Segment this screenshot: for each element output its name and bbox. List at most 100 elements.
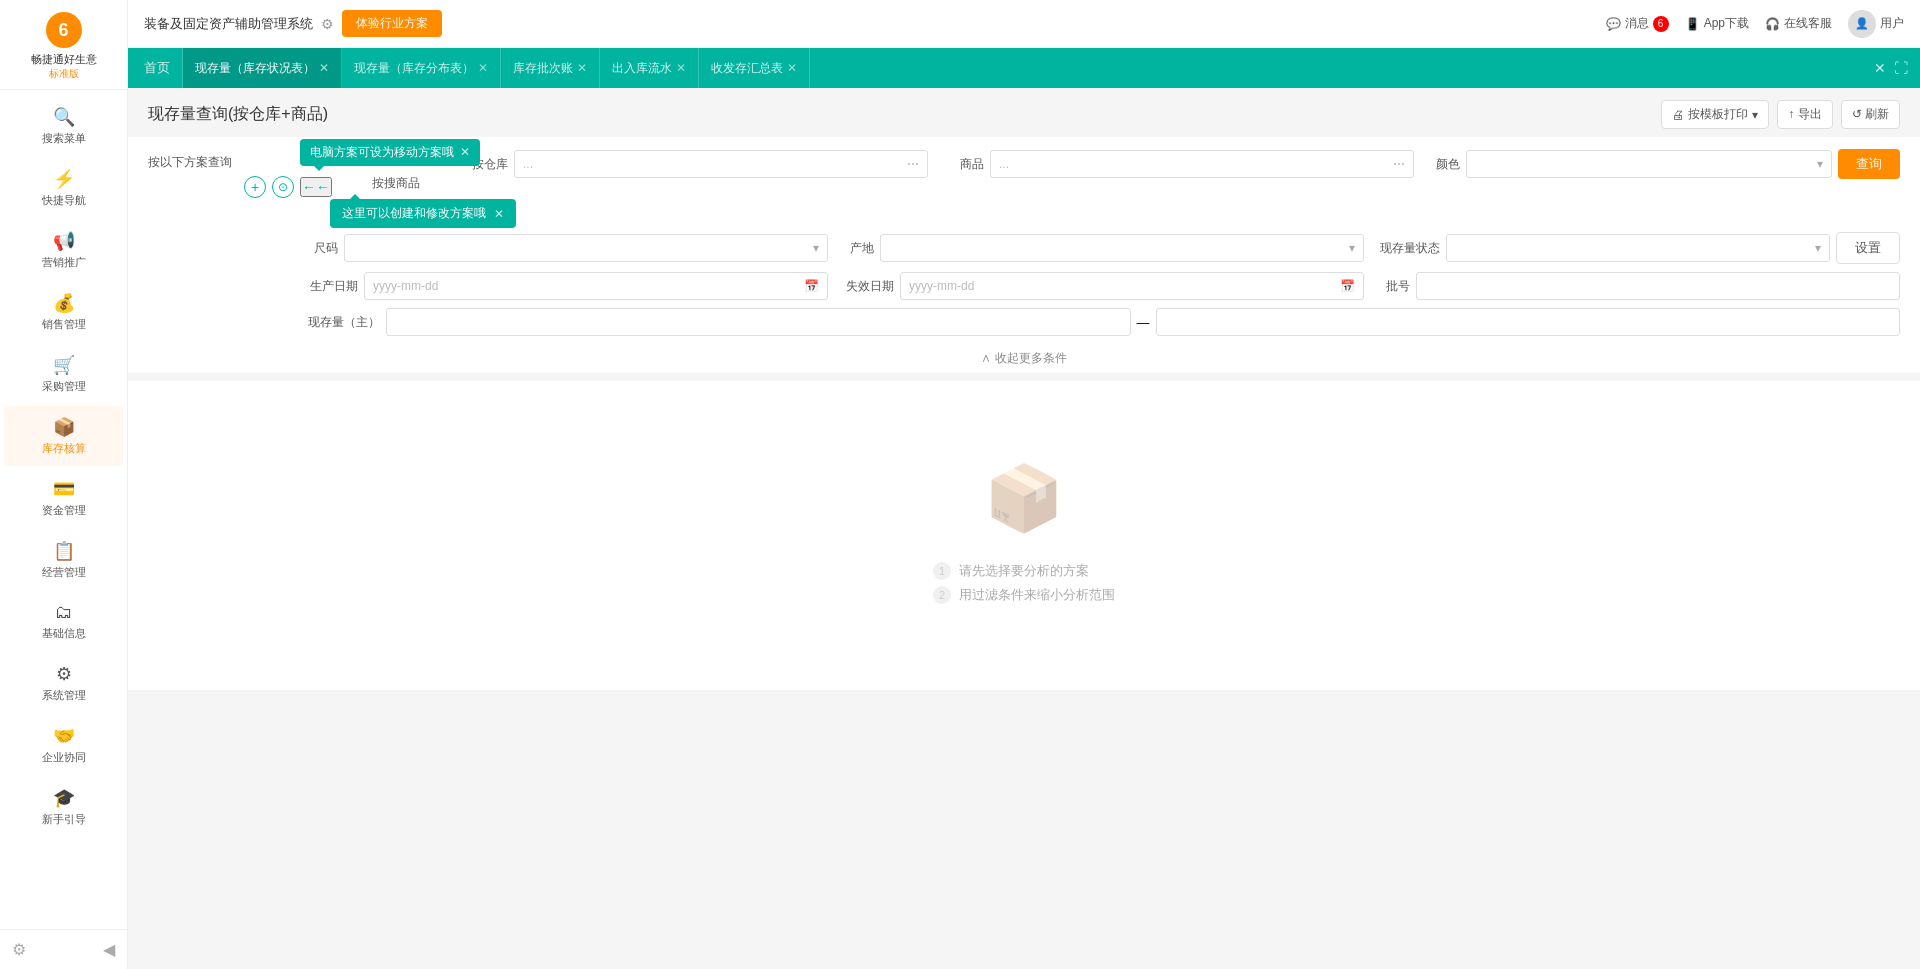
step2-number: 2 bbox=[933, 586, 951, 604]
stock-status-select[interactable]: ▾ bbox=[1446, 234, 1830, 262]
tab-close-all-icon[interactable]: ✕ bbox=[1874, 60, 1886, 76]
template-print-button[interactable]: 🖨 按模板打印 ▾ bbox=[1661, 100, 1769, 129]
stock-status-field: 现存量状态 ▾ 设置 bbox=[1380, 232, 1900, 264]
warehouse-more-icon: ⋯ bbox=[907, 157, 919, 171]
goods-label: 商品 bbox=[944, 156, 984, 173]
tab-inout-flow-close[interactable]: ✕ bbox=[676, 61, 686, 75]
expire-date-label: 失效日期 bbox=[844, 278, 894, 295]
filter-fields-row2: 尺码 ▾ 产地 ▾ 现存量状态 bbox=[308, 232, 1900, 264]
sidebar-item-label: 系统管理 bbox=[42, 688, 86, 703]
origin-dropdown-icon: ▾ bbox=[1349, 241, 1355, 255]
produce-date-input[interactable]: yyyy-mm-dd 📅 bbox=[364, 272, 828, 300]
download-icon: 📱 bbox=[1685, 17, 1700, 31]
stock-main-from-input[interactable] bbox=[386, 308, 1131, 336]
sidebar-item-quicknav[interactable]: ⚡ 快捷导航 bbox=[4, 158, 123, 218]
size-select[interactable]: ▾ bbox=[344, 234, 828, 262]
origin-select[interactable]: ▾ bbox=[880, 234, 1364, 262]
export-button[interactable]: ↑ 导出 bbox=[1777, 100, 1832, 129]
tab-inventory-status-close[interactable]: ✕ bbox=[319, 61, 329, 75]
empty-step-1: 1 请先选择要分析的方案 bbox=[933, 562, 1115, 580]
tooltip-scheme-close[interactable]: ✕ bbox=[460, 145, 470, 159]
sidebar-item-purchase[interactable]: 🛒 采购管理 bbox=[4, 344, 123, 404]
gear-icon[interactable]: ⚙ bbox=[321, 16, 334, 32]
sidebar: 6 畅捷通好生意 标准版 🔍 搜索菜单 ⚡ 快捷导航 📢 营销推广 💰 销售管理… bbox=[0, 0, 128, 969]
tooltip-scheme-text: 电脑方案可设为移动方案哦 bbox=[310, 144, 454, 161]
empty-state: 📦 1 请先选择要分析的方案 2 用过滤条件来缩小分析范围 bbox=[128, 381, 1920, 690]
tooltip-create-text: 这里可以创建和修改方案哦 bbox=[342, 205, 486, 222]
size-label: 尺码 bbox=[308, 240, 338, 257]
sidebar-item-inventory[interactable]: 📦 库存核算 bbox=[4, 406, 123, 466]
sidebar-item-label: 采购管理 bbox=[42, 379, 86, 394]
produce-date-placeholder: yyyy-mm-dd bbox=[373, 279, 438, 293]
produce-date-label: 生产日期 bbox=[308, 278, 358, 295]
search-button[interactable]: 查询 bbox=[1838, 149, 1900, 179]
color-select[interactable]: ▾ bbox=[1466, 150, 1832, 178]
online-service-button[interactable]: 🎧 在线客服 bbox=[1765, 15, 1832, 32]
size-field: 尺码 ▾ bbox=[308, 232, 828, 264]
sidebar-item-label: 搜索菜单 bbox=[42, 131, 86, 146]
sidebar-item-system[interactable]: ⚙ 系统管理 bbox=[4, 653, 123, 713]
tab-inventory-dist-label: 现存量（库存分布表） bbox=[354, 60, 474, 77]
sidebar-item-finance[interactable]: 💳 资金管理 bbox=[4, 468, 123, 528]
origin-label: 产地 bbox=[844, 240, 874, 257]
template-print-icon: 🖨 bbox=[1672, 108, 1684, 122]
collapse-icon[interactable]: ◀ bbox=[103, 940, 115, 959]
online-service-label: 在线客服 bbox=[1784, 15, 1832, 32]
message-label: 消息 bbox=[1625, 15, 1649, 32]
sidebar-item-operations[interactable]: 📋 经营管理 bbox=[4, 530, 123, 590]
collapse-row[interactable]: ∧ 收起更多条件 bbox=[148, 344, 1900, 373]
sidebar-item-guide[interactable]: 🎓 新手引导 bbox=[4, 777, 123, 837]
sidebar-item-label: 销售管理 bbox=[42, 317, 86, 332]
app-download-button[interactable]: 📱 App下载 bbox=[1685, 15, 1749, 32]
origin-field: 产地 ▾ bbox=[844, 232, 1364, 264]
user-menu[interactable]: 👤 用户 bbox=[1848, 10, 1904, 38]
service-icon: 🎧 bbox=[1765, 17, 1780, 31]
tab-inout-flow-label: 出入库流水 bbox=[612, 60, 672, 77]
tab-batch-ledger-close[interactable]: ✕ bbox=[577, 61, 587, 75]
tab-collection-summary-close[interactable]: ✕ bbox=[787, 61, 797, 75]
tab-batch-ledger[interactable]: 库存批次账 ✕ bbox=[501, 48, 600, 88]
add-scheme-button[interactable]: + bbox=[244, 176, 266, 198]
tooltip-create-close[interactable]: ✕ bbox=[494, 207, 504, 221]
sidebar-nav: 🔍 搜索菜单 ⚡ 快捷导航 📢 营销推广 💰 销售管理 🛒 采购管理 📦 库存核… bbox=[0, 90, 127, 929]
quicknav-icon: ⚡ bbox=[53, 168, 75, 190]
sidebar-item-label: 企业协同 bbox=[42, 750, 86, 765]
trial-button[interactable]: 体验行业方案 bbox=[342, 10, 442, 37]
filter-fields-row4: 现存量（主） — bbox=[308, 308, 1900, 336]
empty-step-2: 2 用过滤条件来缩小分析范围 bbox=[933, 586, 1115, 604]
sidebar-item-sales[interactable]: 💰 销售管理 bbox=[4, 282, 123, 342]
color-dropdown-icon: ▾ bbox=[1817, 157, 1823, 171]
color-label: 颜色 bbox=[1430, 156, 1460, 173]
sidebar-item-label: 资金管理 bbox=[42, 503, 86, 518]
expire-date-input[interactable]: yyyy-mm-dd 📅 bbox=[900, 272, 1364, 300]
tab-home[interactable]: 首页 bbox=[132, 48, 183, 88]
stock-main-to-input[interactable] bbox=[1156, 308, 1901, 336]
sidebar-item-marketing[interactable]: 📢 营销推广 bbox=[4, 220, 123, 280]
filter-label: 按以下方案查询 bbox=[148, 149, 232, 171]
tab-inventory-dist-close[interactable]: ✕ bbox=[478, 61, 488, 75]
tab-expand-icon[interactable]: ⛶ bbox=[1894, 60, 1908, 76]
sidebar-item-label: 基础信息 bbox=[42, 626, 86, 641]
batch-input[interactable] bbox=[1416, 272, 1900, 300]
tab-bar: 首页 现存量（库存状况表） ✕ 现存量（库存分布表） ✕ 库存批次账 ✕ 出入库… bbox=[128, 48, 1920, 88]
reset-button[interactable]: 设置 bbox=[1836, 232, 1900, 264]
message-button[interactable]: 💬 消息 6 bbox=[1606, 15, 1669, 32]
tab-collection-summary[interactable]: 收发存汇总表 ✕ bbox=[699, 48, 810, 88]
warehouse-input[interactable]: ... ⋯ bbox=[514, 150, 928, 178]
step1-number: 1 bbox=[933, 562, 951, 580]
copy-scheme-button[interactable]: ⊙ bbox=[272, 176, 294, 198]
sidebar-item-search[interactable]: 🔍 搜索菜单 bbox=[4, 96, 123, 156]
sidebar-item-enterprise[interactable]: 🤝 企业协同 bbox=[4, 715, 123, 775]
tab-inventory-dist[interactable]: 现存量（库存分布表） ✕ bbox=[342, 48, 501, 88]
back-scheme-button[interactable]: ←← bbox=[300, 177, 332, 197]
page-header: 现存量查询(按仓库+商品) 🖨 按模板打印 ▾ ↑ 导出 ↺ 刷新 bbox=[128, 88, 1920, 137]
top-header: 装备及固定资产辅助管理系统 ⚙ 体验行业方案 💬 消息 6 📱 App下载 🎧 … bbox=[128, 0, 1920, 48]
refresh-button[interactable]: ↺ 刷新 bbox=[1841, 100, 1900, 129]
header-right: 💬 消息 6 📱 App下载 🎧 在线客服 👤 用户 bbox=[1606, 10, 1904, 38]
settings-icon[interactable]: ⚙ bbox=[12, 940, 26, 959]
tab-inventory-status[interactable]: 现存量（库存状况表） ✕ bbox=[183, 48, 342, 88]
scheme-item-1[interactable]: 按搜商品 bbox=[366, 172, 426, 195]
sidebar-item-basic[interactable]: 🗂 基础信息 bbox=[4, 592, 123, 651]
tab-inout-flow[interactable]: 出入库流水 ✕ bbox=[600, 48, 699, 88]
goods-input[interactable]: ... ⋯ bbox=[990, 150, 1414, 178]
